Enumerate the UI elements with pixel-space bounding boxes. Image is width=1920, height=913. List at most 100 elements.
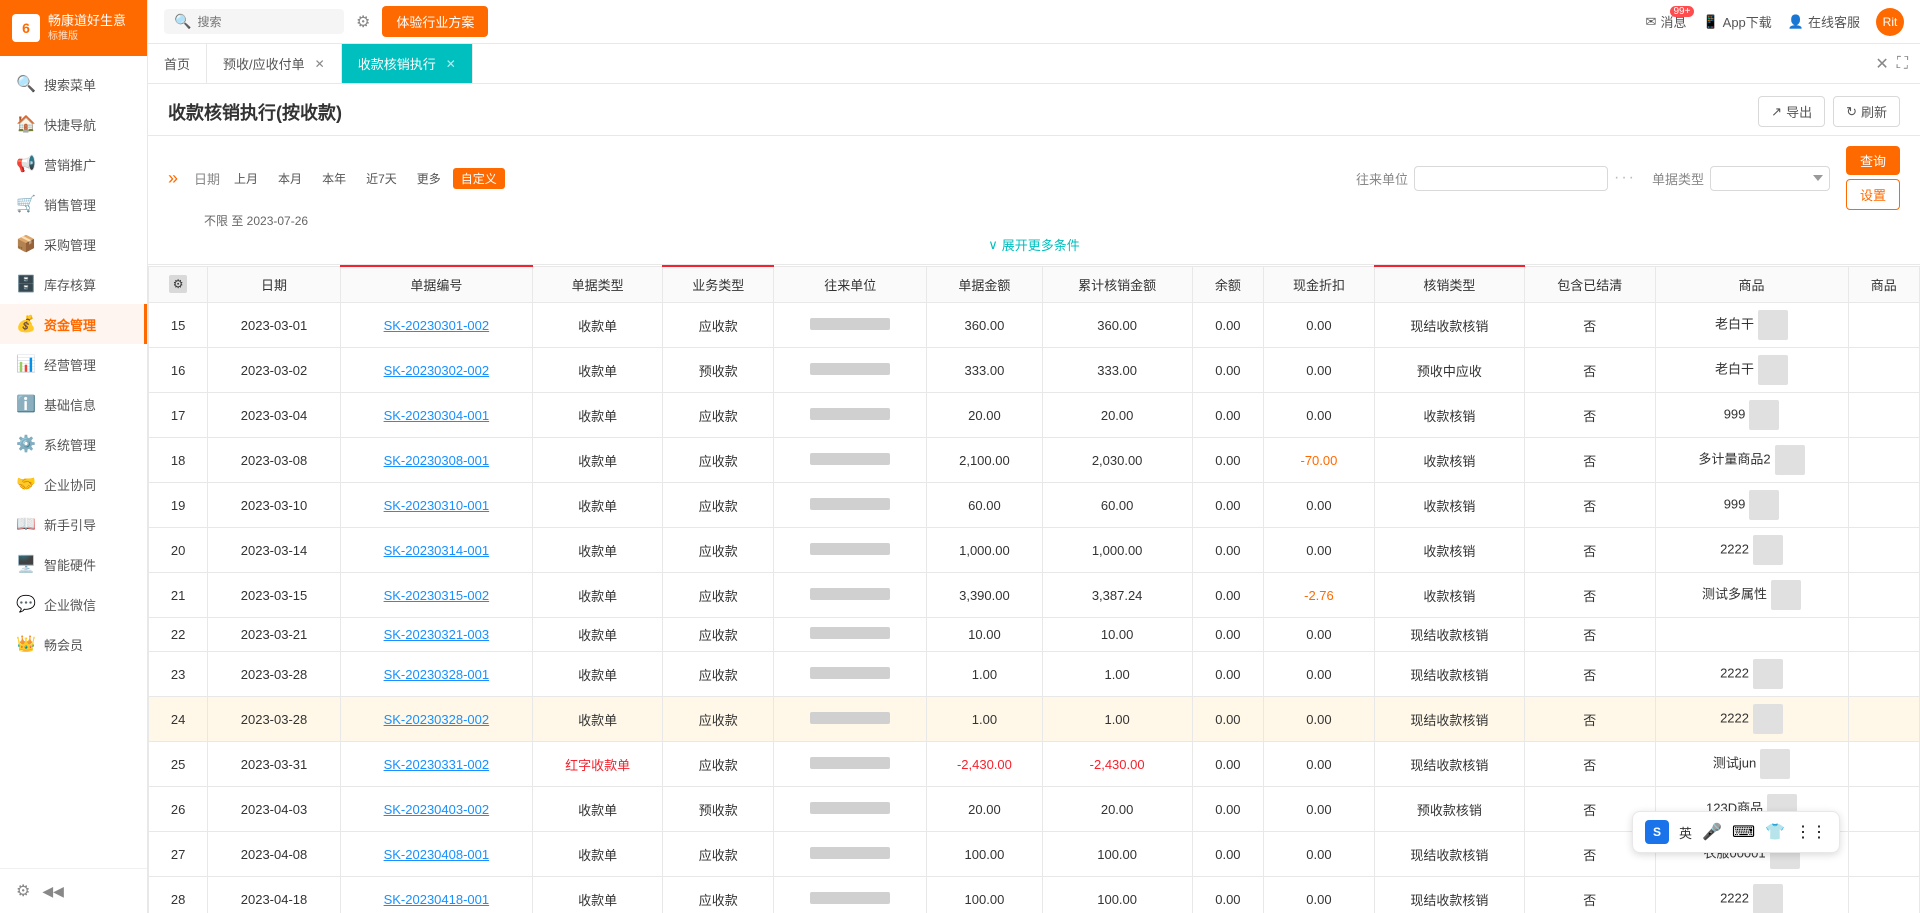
- sidebar-item-system[interactable]: ⚙️系统管理: [0, 424, 147, 464]
- ime-mic-icon[interactable]: 🎤: [1702, 822, 1722, 842]
- settings-icon[interactable]: ⚙: [16, 881, 30, 901]
- ime-keyboard-icon[interactable]: ⌨: [1732, 822, 1755, 842]
- sidebar-item-finance[interactable]: 💰资金管理: [0, 304, 147, 344]
- sidebar: 6 畅康道好生意 标推版 🔍搜索菜单🏠快捷导航📢营销推广🛒销售管理📦采购管理🗄️…: [0, 0, 148, 913]
- sidebar-item-inventory[interactable]: 🗄️库存核算: [0, 264, 147, 304]
- order-link[interactable]: SK-20230321-003: [384, 627, 490, 642]
- collapse-icon[interactable]: ◀◀: [42, 883, 64, 900]
- cell-accum: 100.00: [1042, 877, 1192, 913]
- order-link[interactable]: SK-20230314-001: [384, 543, 490, 558]
- expand-tab-icon[interactable]: ⛶: [1897, 55, 1908, 73]
- partner-name: [810, 318, 890, 330]
- sidebar-item-operations[interactable]: 📊经营管理: [0, 344, 147, 384]
- filter-dots[interactable]: ···: [1614, 169, 1636, 187]
- order-link[interactable]: SK-20230304-001: [384, 408, 490, 423]
- search-input[interactable]: [197, 15, 334, 29]
- ime-apps-icon[interactable]: ⋮⋮: [1795, 822, 1827, 842]
- gear-icon[interactable]: ⚙: [356, 12, 370, 32]
- cell-no: 20: [149, 528, 208, 573]
- sidebar-item-purchase[interactable]: 📦采购管理: [0, 224, 147, 264]
- expand-more-conditions[interactable]: ∨ 展开更多条件: [988, 235, 1080, 254]
- filter-date-this-month[interactable]: 本月: [270, 168, 310, 189]
- sidebar-item-member[interactable]: 👑畅会员: [0, 624, 147, 664]
- sidebar-item-wecom[interactable]: 💬企业微信: [0, 584, 147, 624]
- cell-balance: 0.00: [1192, 393, 1263, 438]
- order-link[interactable]: SK-20230315-002: [384, 588, 490, 603]
- cell-included: 否: [1525, 483, 1655, 528]
- sidebar-item-sales[interactable]: 🛒销售管理: [0, 184, 147, 224]
- cell-discount: 0.00: [1264, 787, 1375, 832]
- message-button[interactable]: ✉ 消息 99+: [1646, 12, 1687, 31]
- order-link[interactable]: SK-20230331-002: [384, 757, 490, 772]
- export-button[interactable]: ↗ 导出: [1758, 96, 1825, 127]
- filter-date-buttons: 上月 本月 本年 近7天 更多 自定义: [226, 168, 505, 189]
- tab-home[interactable]: 首页: [148, 44, 207, 83]
- cell-included: 否: [1525, 528, 1655, 573]
- sidebar-item-quicknav[interactable]: 🏠快捷导航: [0, 104, 147, 144]
- refresh-button[interactable]: ↻ 刷新: [1833, 96, 1900, 127]
- column-settings-icon[interactable]: ⚙: [169, 275, 187, 293]
- tab-prepay-close[interactable]: ✕: [315, 57, 325, 71]
- col-settings[interactable]: ⚙: [149, 266, 208, 303]
- cell-included: 否: [1525, 742, 1655, 787]
- cell-amount: 333.00: [927, 348, 1042, 393]
- sidebar-item-enterprise[interactable]: 🤝企业协同: [0, 464, 147, 504]
- sidebar-item-guide[interactable]: 📖新手引导: [0, 504, 147, 544]
- query-button[interactable]: 查询: [1846, 146, 1900, 175]
- online-service-button[interactable]: 👤 在线客服: [1788, 12, 1860, 31]
- order-link[interactable]: SK-20230328-002: [384, 712, 490, 727]
- cell-balance: 0.00: [1192, 303, 1263, 348]
- ime-shirt-icon[interactable]: 👕: [1765, 822, 1785, 842]
- search-icon: 🔍: [174, 13, 191, 30]
- order-link[interactable]: SK-20230310-001: [384, 498, 490, 513]
- app-download-button[interactable]: 📱 App下载: [1702, 12, 1771, 31]
- cell-balance: 0.00: [1192, 618, 1263, 652]
- order-link[interactable]: SK-20230408-001: [384, 847, 490, 862]
- user-avatar[interactable]: Rit: [1876, 8, 1904, 36]
- filter-expand-btn[interactable]: »: [168, 168, 178, 189]
- marketing-icon: 📢: [16, 154, 36, 174]
- settings-button[interactable]: 设置: [1846, 179, 1900, 210]
- filter-bill-type: 单据类型: [1652, 166, 1830, 191]
- cell-partner: [774, 652, 927, 697]
- bill-type-select[interactable]: [1710, 166, 1830, 191]
- cell-goods2: [1848, 573, 1919, 618]
- order-link[interactable]: SK-20230301-002: [384, 318, 490, 333]
- filter-date-more[interactable]: 更多: [409, 168, 449, 189]
- expand-arrow-icon[interactable]: »: [168, 168, 178, 189]
- sidebar-item-hardware[interactable]: 🖥️智能硬件: [0, 544, 147, 584]
- order-link[interactable]: SK-20230328-001: [384, 667, 490, 682]
- filter-date-last-month[interactable]: 上月: [226, 168, 266, 189]
- filter-action-btns: 查询 设置: [1846, 146, 1900, 210]
- sidebar-item-basic[interactable]: ℹ️基础信息: [0, 384, 147, 424]
- cell-biz-type: 应收款: [663, 483, 774, 528]
- sidebar-item-search[interactable]: 🔍搜索菜单: [0, 64, 147, 104]
- cell-accum: 1.00: [1042, 652, 1192, 697]
- filter-row-date-range: 不限 至 2023-07-26: [168, 212, 1900, 229]
- close-tab-icon[interactable]: ✕: [1875, 54, 1888, 74]
- cell-goods1: 2222: [1655, 528, 1848, 573]
- filter-date-7days[interactable]: 近7天: [358, 168, 405, 189]
- filter-date-custom[interactable]: 自定义: [453, 168, 505, 189]
- partner-input[interactable]: [1414, 166, 1608, 191]
- cell-amount: 1,000.00: [927, 528, 1042, 573]
- solution-button[interactable]: 体验行业方案: [382, 6, 488, 37]
- order-link[interactable]: SK-20230418-001: [384, 892, 490, 907]
- cell-accum: 1,000.00: [1042, 528, 1192, 573]
- tab-prepay[interactable]: 预收/应收付单 ✕: [207, 44, 342, 83]
- tab-collection[interactable]: 收款核销执行 ✕: [342, 44, 473, 83]
- order-link[interactable]: SK-20230308-001: [384, 453, 490, 468]
- cell-date: 2023-04-08: [208, 832, 341, 877]
- cell-biz-type: 应收款: [663, 832, 774, 877]
- cell-bill-type: 收款单: [532, 652, 662, 697]
- cell-no: 28: [149, 877, 208, 913]
- sidebar-item-marketing[interactable]: 📢营销推广: [0, 144, 147, 184]
- cell-biz-type: 应收款: [663, 877, 774, 913]
- cell-cancel-type: 现结收款核销: [1374, 652, 1524, 697]
- tab-collection-close[interactable]: ✕: [446, 57, 456, 71]
- order-link[interactable]: SK-20230403-002: [384, 802, 490, 817]
- filter-date-this-year[interactable]: 本年: [314, 168, 354, 189]
- cell-date: 2023-03-14: [208, 528, 341, 573]
- order-link[interactable]: SK-20230302-002: [384, 363, 490, 378]
- cell-goods1: 老白干: [1655, 348, 1848, 393]
